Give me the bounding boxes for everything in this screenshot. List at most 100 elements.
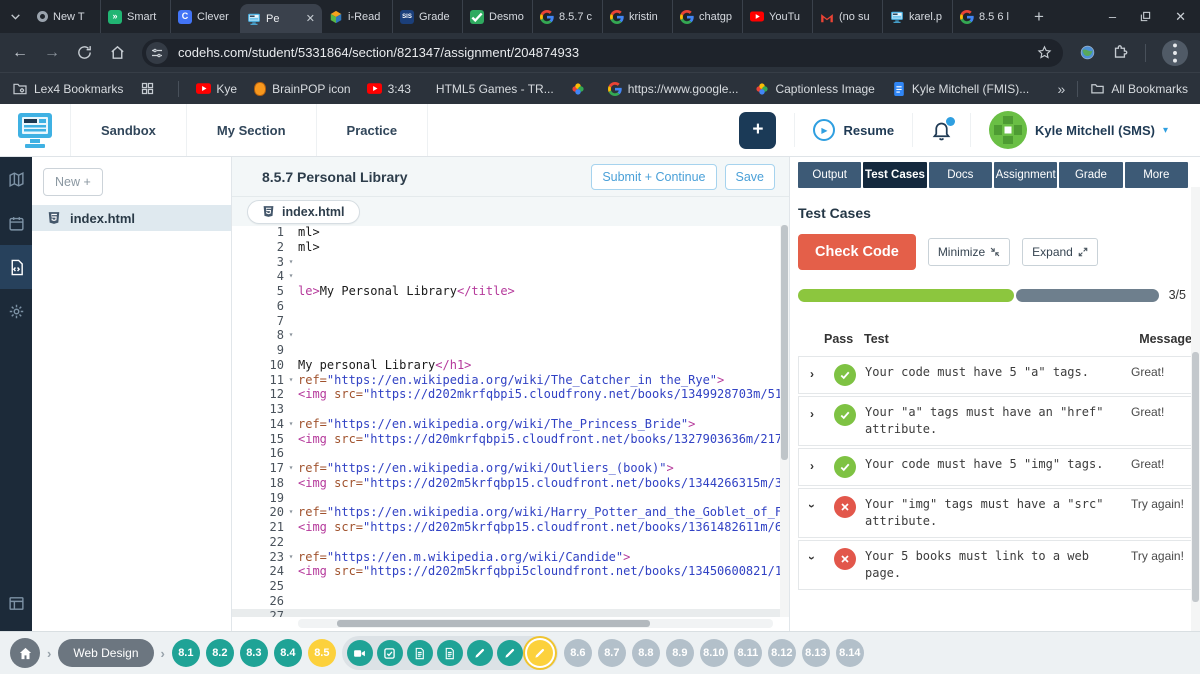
save-button[interactable]: Save (724, 163, 775, 190)
rail-settings-gear-icon[interactable] (0, 289, 32, 333)
add-program-button[interactable]: + (739, 111, 777, 149)
fold-arrow-icon[interactable]: ▾ (284, 461, 298, 476)
browser-tab[interactable]: YouTu (742, 0, 812, 33)
fold-arrow-icon[interactable]: ▾ (284, 505, 298, 520)
user-menu[interactable]: Kyle Mitchell (SMS) ▾ (970, 111, 1186, 149)
panel-tab-more[interactable]: More (1124, 162, 1188, 188)
activity-pencil-icon[interactable] (526, 640, 553, 666)
expand-button[interactable]: Expand (1022, 238, 1098, 266)
code-line[interactable]: 14 ▾ ref="https://en.wikipedia.org/wiki/Th… (232, 417, 780, 432)
nav-item-my-section[interactable]: My Section (185, 104, 316, 156)
code-line[interactable]: 20 ▾ ref="https://en.wikipedia.org/wiki/Ha… (232, 505, 780, 520)
code-line[interactable]: 21 <img scr="https://d202m5krfqbp15.cloud… (232, 520, 780, 535)
panel-tab-test-cases[interactable]: Test Cases (863, 162, 927, 188)
chevron-down-icon[interactable]: › (805, 556, 819, 560)
panel-tab-docs[interactable]: Docs (928, 162, 992, 188)
code-line[interactable]: 22 (232, 535, 780, 550)
new-tab-button[interactable]: + (1022, 0, 1056, 33)
module-circle-8.8[interactable]: 8.8 (631, 639, 660, 667)
codehs-logo-icon[interactable] (0, 104, 70, 156)
chevron-right-icon[interactable]: › (810, 459, 814, 473)
panel-tab-output[interactable]: Output (798, 162, 862, 188)
editor-file-tab[interactable]: index.html (247, 199, 360, 224)
module-circle-8.9[interactable]: 8.9 (665, 639, 694, 667)
resume-button[interactable]: ▶ Resume (794, 113, 912, 147)
nav-item-practice[interactable]: Practice (315, 104, 429, 156)
activity-doc-icon[interactable] (436, 640, 463, 666)
code-line[interactable]: 11 ▾ ref="https://en.wikipedia.org/wiki/Th… (232, 373, 780, 388)
restore-window-icon[interactable] (1140, 11, 1151, 22)
test-case-row[interactable]: › Your code must have 5 "img" tags. Great! (798, 448, 1192, 486)
close-window-icon[interactable]: ✕ (1175, 9, 1186, 25)
browser-tab[interactable]: (no su (812, 0, 882, 33)
panel-tab-assignment[interactable]: Assignment (993, 162, 1058, 188)
check-code-button[interactable]: Check Code (798, 234, 916, 270)
address-bar[interactable]: codehs.com/student/5331864/section/82134… (142, 38, 1063, 67)
browser-tab[interactable]: C Clever (170, 0, 240, 33)
code-line[interactable]: 12 <img src="https://d202mkrfqbpi5.cloudf… (232, 387, 780, 402)
browser-tab[interactable]: chatgp (672, 0, 742, 33)
test-case-row[interactable]: › Your "img" tags must have a "src" attri… (798, 488, 1192, 538)
submit-continue-button[interactable]: Submit + Continue (591, 163, 717, 190)
module-circle-8.1[interactable]: 8.1 (171, 639, 200, 667)
nav-item-sandbox[interactable]: Sandbox (70, 104, 186, 156)
code-line[interactable]: 13 (232, 402, 780, 417)
code-editor[interactable]: 1 ml> 2 ml> 3 ▾ 4 ▾ 5 le>My Personal Library</tit… (232, 225, 780, 617)
browser-tab[interactable]: New T (30, 0, 100, 33)
test-case-row[interactable]: › Your 5 books must link to a web page. Tr… (798, 540, 1192, 590)
bookmark-star-icon[interactable] (1037, 45, 1058, 60)
code-line[interactable]: 27 (232, 608, 780, 617)
activity-doc-icon[interactable] (406, 640, 433, 666)
bookmark-item[interactable]: 3:43 (367, 82, 411, 96)
browser-tab[interactable]: » Smart (100, 0, 170, 33)
forward-icon[interactable]: → (44, 44, 60, 61)
minimize-button[interactable]: Minimize (927, 238, 1011, 266)
code-line[interactable]: 18 <img scr="https://d202m5krfqbp15.cloud… (232, 476, 780, 491)
code-line[interactable]: 23 ▾ ref="https://en.m.wikipedia.org/wiki/… (232, 550, 780, 565)
code-line[interactable]: 4 ▾ (232, 269, 780, 284)
chevron-right-icon[interactable]: › (810, 407, 814, 421)
code-line[interactable]: 1 ml> (232, 225, 780, 240)
code-line[interactable]: 6 (232, 299, 780, 314)
course-home-button[interactable] (10, 638, 40, 668)
editor-horizontal-scrollbar[interactable] (298, 619, 773, 628)
fold-arrow-icon[interactable]: ▾ (284, 373, 298, 388)
bookmark-item[interactable]: Kye (195, 82, 237, 96)
code-line[interactable]: 5 le>My Personal Library</title> (232, 284, 780, 299)
rail-map-icon[interactable] (0, 157, 32, 201)
extensions-puzzle-icon[interactable] (1112, 44, 1129, 61)
test-case-row[interactable]: › Your code must have 5 "a" tags. Great! (798, 356, 1192, 394)
bookmarks-overflow-icon[interactable]: » (1058, 81, 1066, 97)
browser-menu-icon[interactable] (1162, 39, 1188, 66)
browser-tab[interactable]: kristin (602, 0, 672, 33)
fold-arrow-icon[interactable]: ▾ (284, 328, 298, 343)
chevron-right-icon[interactable]: › (810, 367, 814, 381)
code-line[interactable]: 7 (232, 314, 780, 329)
browser-tab[interactable]: 8.5 6 l (952, 0, 1022, 33)
module-circle-8.7[interactable]: 8.7 (597, 639, 626, 667)
tab-search-chevron-icon[interactable] (0, 0, 30, 33)
module-circle-8.14[interactable]: 8.14 (835, 639, 864, 667)
rail-code-file-icon[interactable] (0, 245, 32, 289)
module-circle-8.13[interactable]: 8.13 (801, 639, 830, 667)
browser-tab[interactable]: Pe ✕ (240, 4, 322, 33)
activity-check-square-icon[interactable] (376, 640, 403, 666)
panel-tab-grade[interactable]: Grade (1059, 162, 1123, 188)
module-circle-8.10[interactable]: 8.10 (699, 639, 728, 667)
chevron-down-icon[interactable]: › (805, 504, 819, 508)
browser-tab[interactable]: Desmo (462, 0, 532, 33)
code-line[interactable]: 10 My personal Library</h1> (232, 358, 780, 373)
bookmark-item[interactable]: https://www.google... (607, 81, 738, 96)
bookmark-item[interactable]: Kyle Mitchell (FMIS)... (892, 81, 1029, 96)
site-info-icon[interactable] (146, 41, 168, 64)
browser-tab[interactable]: karel.p (882, 0, 952, 33)
back-icon[interactable]: ← (12, 44, 28, 61)
module-circle-8.3[interactable]: 8.3 (239, 639, 268, 667)
module-circle-current-8.5[interactable]: 8.5 (307, 639, 336, 667)
url-text[interactable]: codehs.com/student/5331864/section/82134… (178, 45, 1027, 60)
fold-arrow-icon[interactable]: ▾ (284, 550, 298, 565)
bookmark-item[interactable]: HTML5 Games - TR... (428, 82, 554, 96)
module-circle-8.2[interactable]: 8.2 (205, 639, 234, 667)
code-line[interactable]: 3 ▾ (232, 255, 780, 270)
code-line[interactable]: 9 (232, 343, 780, 358)
